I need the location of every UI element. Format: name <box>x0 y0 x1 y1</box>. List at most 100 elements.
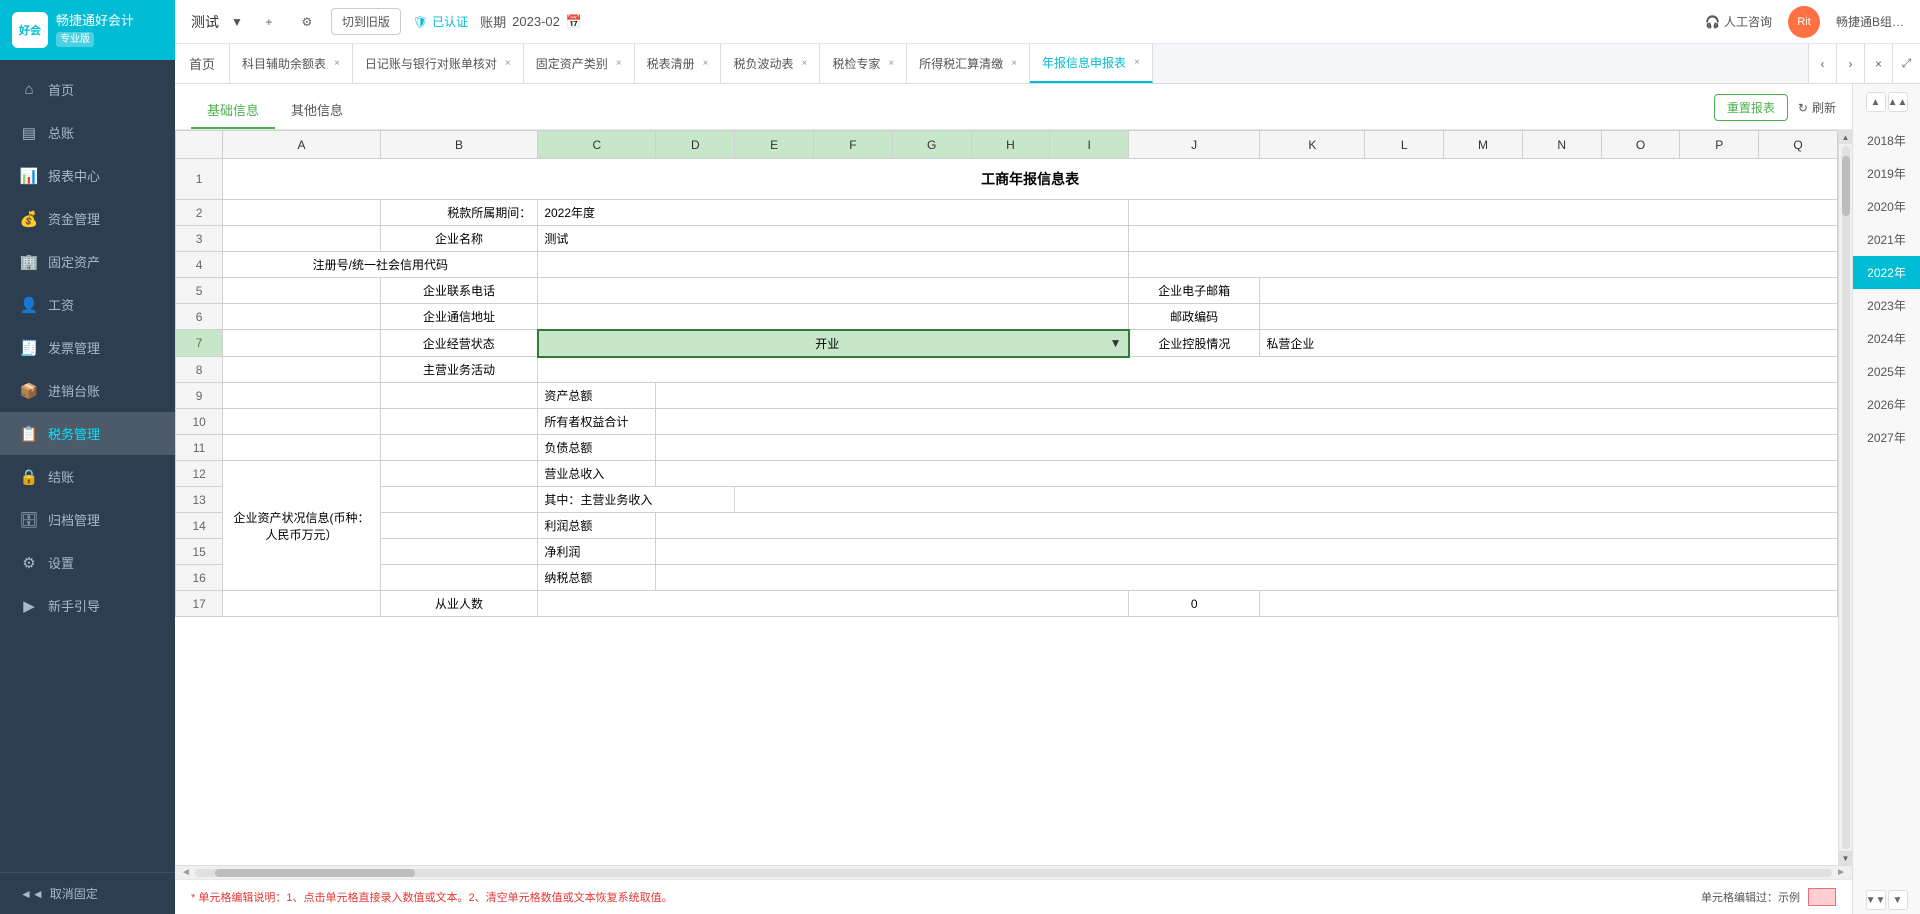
cell-11D[interactable] <box>656 435 1838 461</box>
cell-11B[interactable] <box>380 435 538 461</box>
tab-close-all[interactable]: × <box>1864 44 1892 84</box>
tab-close-icon[interactable]: × <box>888 58 894 69</box>
cell-5A[interactable] <box>223 278 381 304</box>
cell-17K[interactable] <box>1260 591 1838 617</box>
settings-btn[interactable]: ⚙ <box>293 8 321 36</box>
cell-16D[interactable] <box>656 565 1838 591</box>
cell-7J[interactable]: 企业控股情况 <box>1129 330 1260 357</box>
tab-close-icon[interactable]: × <box>334 58 340 69</box>
sidebar-item-wage[interactable]: 👤 工资 <box>0 283 175 326</box>
tab-close-icon[interactable]: × <box>801 58 807 69</box>
col-header-I[interactable]: I <box>1050 131 1129 159</box>
year-up-icon[interactable]: ▲ <box>1866 92 1886 112</box>
cell-12C[interactable]: 营业总收入 <box>538 461 656 487</box>
sidebar-item-close[interactable]: 🔒 结账 <box>0 455 175 498</box>
tab-subject-balance[interactable]: 科目辅助余额表 × <box>230 44 353 83</box>
cell-10C[interactable]: 所有者权益合计 <box>538 409 656 435</box>
year-btn-2020[interactable]: 2020年 <box>1853 190 1920 223</box>
cell-17A[interactable] <box>223 591 381 617</box>
cell-5K[interactable] <box>1260 278 1838 304</box>
cell-6K[interactable] <box>1260 304 1838 330</box>
year-btn-2022[interactable]: 2022年 <box>1853 256 1920 289</box>
cell-17B[interactable]: 从业人数 <box>380 591 538 617</box>
cell-11A[interactable] <box>223 435 381 461</box>
tab-fixed-asset-category[interactable]: 固定资产类别 × <box>524 44 635 83</box>
col-header-K[interactable]: K <box>1260 131 1365 159</box>
cell-9D[interactable] <box>656 383 1838 409</box>
cell-14B[interactable] <box>380 513 538 539</box>
cell-6C[interactable] <box>538 304 1129 330</box>
cell-8B[interactable]: 主营业务活动 <box>380 357 538 383</box>
sidebar-item-fixed[interactable]: 🏢 固定资产 <box>0 240 175 283</box>
cell-12B[interactable] <box>380 461 538 487</box>
col-header-A[interactable]: A <box>223 131 381 159</box>
topbar-dropdown[interactable]: ▼ <box>231 15 243 29</box>
sidebar-item-tax[interactable]: 📋 税务管理 <box>0 412 175 455</box>
cell-10A[interactable] <box>223 409 381 435</box>
cell-7C[interactable]: 开业 ▼ <box>538 330 1129 357</box>
cell-16B[interactable] <box>380 565 538 591</box>
sidebar-item-ledger[interactable]: ▤ 总账 <box>0 111 175 154</box>
vertical-scrollbar[interactable]: ▲ ▼ <box>1838 130 1852 865</box>
col-header-H[interactable]: H <box>971 131 1050 159</box>
scroll-left-btn[interactable]: ◄ <box>177 867 195 878</box>
cell-2J[interactable] <box>1129 200 1838 226</box>
cell-9B[interactable] <box>380 383 538 409</box>
tab-tax-table[interactable]: 税表清册 × <box>635 44 722 83</box>
cell-6J[interactable]: 邮政编码 <box>1129 304 1260 330</box>
cell-3A[interactable] <box>223 226 381 252</box>
tab-close-icon[interactable]: × <box>1011 58 1017 69</box>
add-btn[interactable]: + <box>255 8 283 36</box>
cell-14D[interactable] <box>656 513 1838 539</box>
cell-3C[interactable]: 测试 <box>538 226 1129 252</box>
cell-7A[interactable] <box>223 330 381 357</box>
cell-2C[interactable]: 2022年度 <box>538 200 1129 226</box>
year-btn-2024[interactable]: 2024年 <box>1853 322 1920 355</box>
cell-12D[interactable] <box>656 461 1838 487</box>
switch-old-version-btn[interactable]: 切到旧版 <box>331 8 401 35</box>
tab-nav-prev[interactable]: ‹ <box>1808 44 1836 84</box>
cell-14C[interactable]: 利润总额 <box>538 513 656 539</box>
col-header-N[interactable]: N <box>1522 131 1601 159</box>
cell-3B[interactable]: 企业名称 <box>380 226 538 252</box>
cell-4C[interactable] <box>538 252 1129 278</box>
col-header-B[interactable]: B <box>380 131 538 159</box>
sidebar-item-settings[interactable]: ⚙ 设置 <box>0 541 175 584</box>
cell-6B[interactable]: 企业通信地址 <box>380 304 538 330</box>
col-header-O[interactable]: O <box>1601 131 1680 159</box>
year-bottom-icon[interactable]: ▼▼ <box>1866 890 1886 910</box>
tab-tax-fluctuation[interactable]: 税负波动表 × <box>721 44 820 83</box>
cell-2A[interactable] <box>223 200 381 226</box>
tab-expand[interactable]: ⤢ <box>1892 44 1920 84</box>
cell-9A[interactable] <box>223 383 381 409</box>
cell-12A[interactable]: 企业资产状况信息(币种：人民币万元） <box>223 461 381 591</box>
cell-17J[interactable]: 0 <box>1129 591 1260 617</box>
tab-journal-bank[interactable]: 日记账与银行对账单核对 × <box>353 44 524 83</box>
cell-7K[interactable]: 私营企业 <box>1260 330 1838 357</box>
cell-7B[interactable]: 企业经营状态 <box>380 330 538 357</box>
col-header-F[interactable]: F <box>813 131 892 159</box>
sidebar-item-stock[interactable]: 📦 进销台账 <box>0 369 175 412</box>
cell-5C[interactable] <box>538 278 1129 304</box>
col-header-L[interactable]: L <box>1365 131 1444 159</box>
cell-9C[interactable]: 资产总额 <box>538 383 656 409</box>
cell-4A[interactable]: 注册号/统一社会信用代码 <box>223 252 538 278</box>
year-btn-2027[interactable]: 2027年 <box>1853 421 1920 454</box>
cell-16C[interactable]: 纳税总额 <box>538 565 656 591</box>
tab-annual-report[interactable]: 年报信息申报表 × <box>1030 44 1153 83</box>
cell-2B[interactable]: 税款所属期间： <box>380 200 538 226</box>
cell-10D[interactable] <box>656 409 1838 435</box>
service-btn[interactable]: 🎧 人工咨询 <box>1705 13 1772 30</box>
cell-13E[interactable] <box>735 487 1838 513</box>
scroll-down-btn[interactable]: ▼ <box>1839 851 1853 865</box>
cell-17C[interactable] <box>538 591 1129 617</box>
cell-8C[interactable] <box>538 357 1838 383</box>
year-btn-2026[interactable]: 2026年 <box>1853 388 1920 421</box>
spreadsheet-scroll-area[interactable]: A B C D E F G H I J <box>175 130 1838 865</box>
col-header-D[interactable]: D <box>656 131 735 159</box>
year-top-icon[interactable]: ▲▲ <box>1888 92 1908 112</box>
cell-8A[interactable] <box>223 357 381 383</box>
cell-15B[interactable] <box>380 539 538 565</box>
cell-15C[interactable]: 净利润 <box>538 539 656 565</box>
col-header-M[interactable]: M <box>1444 131 1523 159</box>
